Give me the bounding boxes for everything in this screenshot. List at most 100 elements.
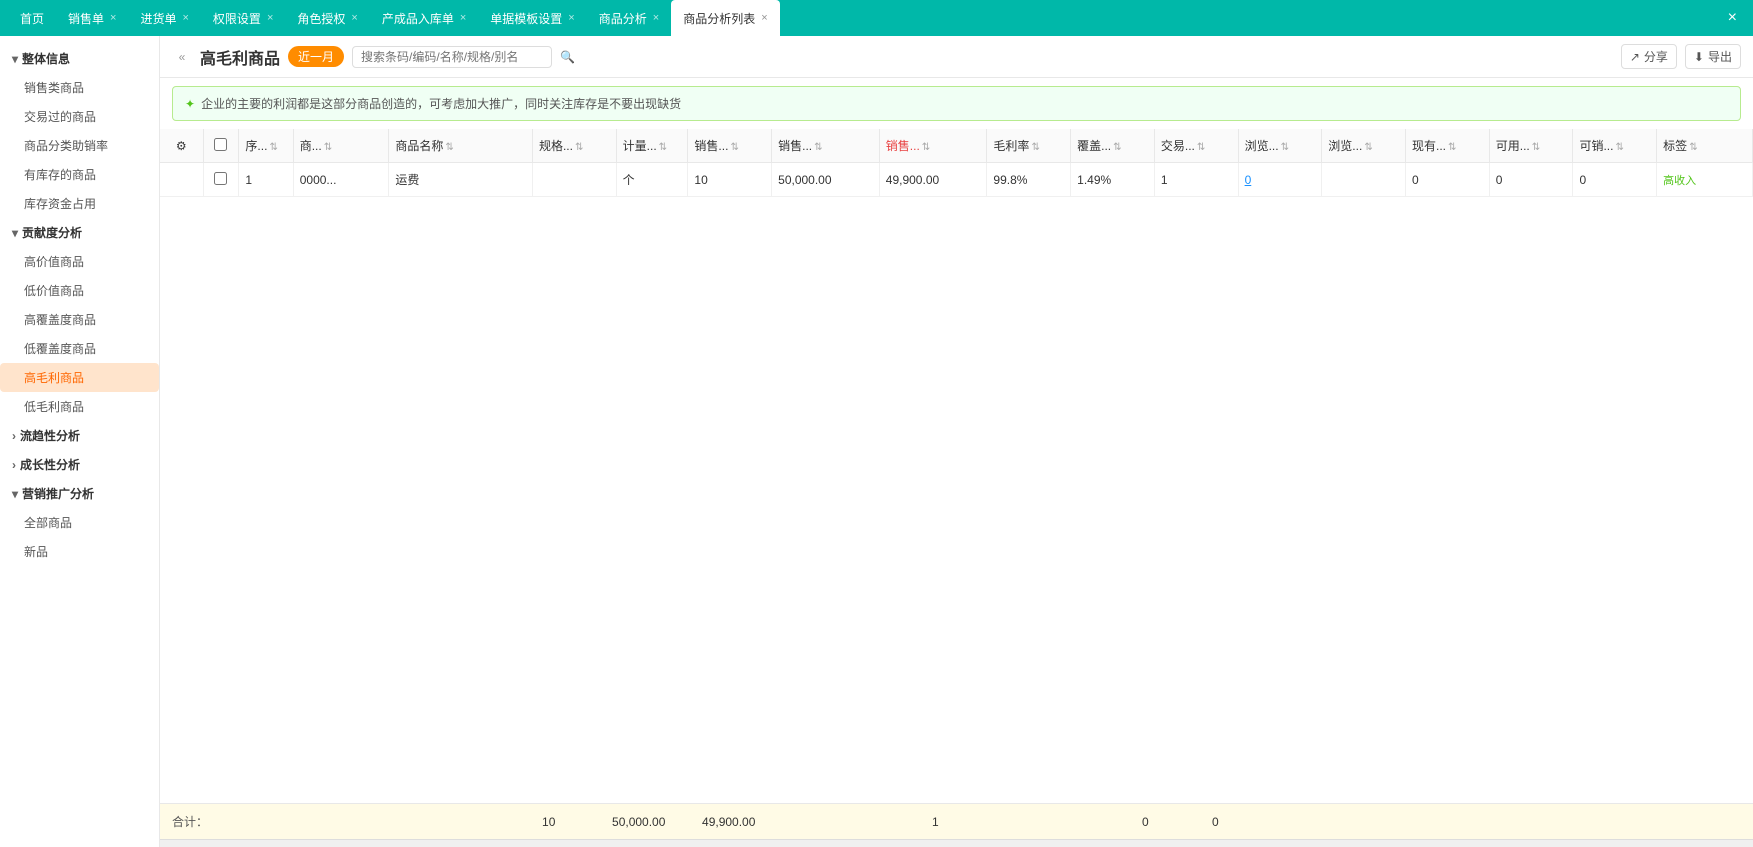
footer-transaction: 1 [926, 815, 996, 829]
name-column-header[interactable]: 商品名称⇅ [389, 129, 533, 163]
nav-tab-sales[interactable]: 销售单 × [56, 0, 128, 36]
sort-icon: ⇅ [1364, 142, 1372, 153]
close-icon[interactable]: × [182, 12, 188, 24]
sort-icon: ⇅ [1689, 142, 1697, 153]
search-icon[interactable]: 🔍 [560, 50, 575, 64]
row-transaction: 1 [1154, 163, 1238, 197]
sort-icon: ⇅ [1031, 142, 1039, 153]
close-icon[interactable]: × [351, 12, 357, 24]
close-icon[interactable]: × [568, 12, 574, 24]
row-views1[interactable]: 0 [1238, 163, 1322, 197]
sidebar-item-traded-goods[interactable]: 交易过的商品 [0, 102, 159, 131]
nav-tab-template[interactable]: 单据模板设置 × [478, 0, 586, 36]
main-layout: ▾ 整体信息 销售类商品 交易过的商品 商品分类助销率 有库存的商品 库存资金占… [0, 36, 1753, 847]
views2-column-header[interactable]: 浏览...⇅ [1322, 129, 1406, 163]
sidebar-item-low-value[interactable]: 低价值商品 [0, 276, 159, 305]
nav-tab-analysis-list[interactable]: 商品分析列表 × [671, 0, 779, 36]
table-container[interactable]: ⚙ 序...⇅ 商...⇅ 商品名称⇅ [160, 129, 1753, 803]
sort-icon: ⇅ [730, 142, 738, 153]
sidebar-group-growth[interactable]: › 成长性分析 [0, 450, 159, 479]
row-coverage: 1.49% [1071, 163, 1155, 197]
row-name: 运费 [389, 163, 533, 197]
sidebar-item-in-stock[interactable]: 有库存的商品 [0, 160, 159, 189]
horizontal-scrollbar[interactable] [160, 839, 1753, 847]
nav-tab-permission[interactable]: 权限设置 × [201, 0, 285, 36]
coverage-column-header[interactable]: 覆盖...⇅ [1071, 129, 1155, 163]
sort-icon: ⇅ [1532, 142, 1540, 153]
select-all-checkbox[interactable] [214, 138, 227, 151]
sort-icon: ⇅ [324, 142, 332, 153]
sort-icon: ⇅ [1448, 142, 1456, 153]
share-icon: ↗ [1630, 50, 1640, 64]
footer-available-stock: 0 [1206, 815, 1276, 829]
close-icon[interactable]: × [110, 12, 116, 24]
sales-profit-column-header[interactable]: 销售...⇅ [879, 129, 987, 163]
unit-column-header[interactable]: 计量...⇅ [616, 129, 688, 163]
close-icon[interactable]: × [267, 12, 273, 24]
sort-icon: ⇅ [445, 142, 453, 153]
nav-tab-role[interactable]: 角色授权 × [285, 0, 369, 36]
share-button[interactable]: ↗ 分享 [1621, 44, 1677, 69]
data-table: ⚙ 序...⇅ 商...⇅ 商品名称⇅ [160, 129, 1753, 197]
filter-recent-month-button[interactable]: 近一月 [288, 46, 344, 67]
row-sales-profit: 49,900.00 [879, 163, 987, 197]
nav-tab-analysis[interactable]: 商品分析 × [587, 0, 671, 36]
sidebar-group-contribution[interactable]: ▾ 贡献度分析 [0, 218, 159, 247]
settings-icon[interactable]: ⚙ [176, 139, 187, 153]
sales-qty-column-header[interactable]: 销售...⇅ [688, 129, 772, 163]
sidebar-item-high-coverage[interactable]: 高覆盖度商品 [0, 305, 159, 334]
sidebar-item-high-value[interactable]: 高价值商品 [0, 247, 159, 276]
seq-column-header[interactable]: 序...⇅ [239, 129, 293, 163]
current-stock-column-header[interactable]: 现有...⇅ [1406, 129, 1490, 163]
row-unit: 个 [616, 163, 688, 197]
settings-column-header[interactable]: ⚙ [160, 129, 203, 163]
sidebar-item-new-goods[interactable]: 新品 [0, 537, 159, 566]
footer-total-label: 合计： [172, 813, 208, 830]
tag-column-header[interactable]: 标签⇅ [1657, 129, 1753, 163]
footer-sales-amount: 50,000.00 [606, 815, 696, 829]
row-available-stock: 0 [1489, 163, 1573, 197]
sidebar-item-category-rate[interactable]: 商品分类助销率 [0, 131, 159, 160]
action-buttons: ↗ 分享 ⬇ 导出 [1621, 44, 1741, 69]
sort-icon: ⇅ [1281, 142, 1289, 153]
table-row: 1 0000... 运费 个 10 50,000.00 49,900.00 99… [160, 163, 1753, 197]
sidebar-group-overall[interactable]: ▾ 整体信息 [0, 44, 159, 73]
views1-column-header[interactable]: 浏览...⇅ [1238, 129, 1322, 163]
row-gross-margin: 99.8% [987, 163, 1071, 197]
sidebar-item-all-goods[interactable]: 全部商品 [0, 508, 159, 537]
available-stock-column-header[interactable]: 可用...⇅ [1489, 129, 1573, 163]
sidebar-group-marketing[interactable]: ▾ 营销推广分析 [0, 479, 159, 508]
sidebar-item-sales-goods[interactable]: 销售类商品 [0, 73, 159, 102]
nav-tab-purchase[interactable]: 进货单 × [128, 0, 200, 36]
sidebar-item-stock-fund[interactable]: 库存资金占用 [0, 189, 159, 218]
content-area: « 高毛利商品 近一月 🔍 ↗ 分享 ⬇ 导出 ✦ 企业的主要的利润都是这部分商… [160, 36, 1753, 847]
chevron-right-icon: › [12, 458, 16, 472]
close-icon[interactable]: × [761, 12, 767, 24]
window-close-button[interactable]: × [1720, 9, 1745, 27]
sort-icon: ⇅ [269, 142, 277, 153]
gross-margin-column-header[interactable]: 毛利率⇅ [987, 129, 1071, 163]
spec-column-header[interactable]: 规格...⇅ [532, 129, 616, 163]
close-icon[interactable]: × [653, 12, 659, 24]
sidebar-item-high-margin[interactable]: 高毛利商品 [0, 363, 159, 392]
export-icon: ⬇ [1694, 50, 1704, 64]
sidebar-item-low-coverage[interactable]: 低覆盖度商品 [0, 334, 159, 363]
sidebar-group-trend[interactable]: › 流趋性分析 [0, 421, 159, 450]
row-current-stock: 0 [1406, 163, 1490, 197]
sort-icon: ⇅ [922, 142, 930, 153]
code-column-header[interactable]: 商...⇅ [293, 129, 389, 163]
salable-stock-column-header[interactable]: 可销...⇅ [1573, 129, 1657, 163]
sidebar-item-low-margin[interactable]: 低毛利商品 [0, 392, 159, 421]
nav-tab-product-in[interactable]: 产成品入库单 × [370, 0, 478, 36]
export-button[interactable]: ⬇ 导出 [1685, 44, 1741, 69]
search-input[interactable] [352, 46, 552, 68]
nav-tab-home[interactable]: 首页 [8, 0, 56, 36]
top-nav: 首页 销售单 × 进货单 × 权限设置 × 角色授权 × 产成品入库单 × 单据… [0, 0, 1753, 36]
sales-amount-column-header[interactable]: 销售...⇅ [772, 129, 880, 163]
transaction-column-header[interactable]: 交易...⇅ [1154, 129, 1238, 163]
close-icon[interactable]: × [460, 12, 466, 24]
chevron-down-icon: ▾ [12, 52, 18, 66]
collapse-sidebar-button[interactable]: « [172, 47, 192, 67]
sort-icon: ⇅ [1197, 142, 1205, 153]
row-checkbox[interactable] [203, 163, 239, 197]
